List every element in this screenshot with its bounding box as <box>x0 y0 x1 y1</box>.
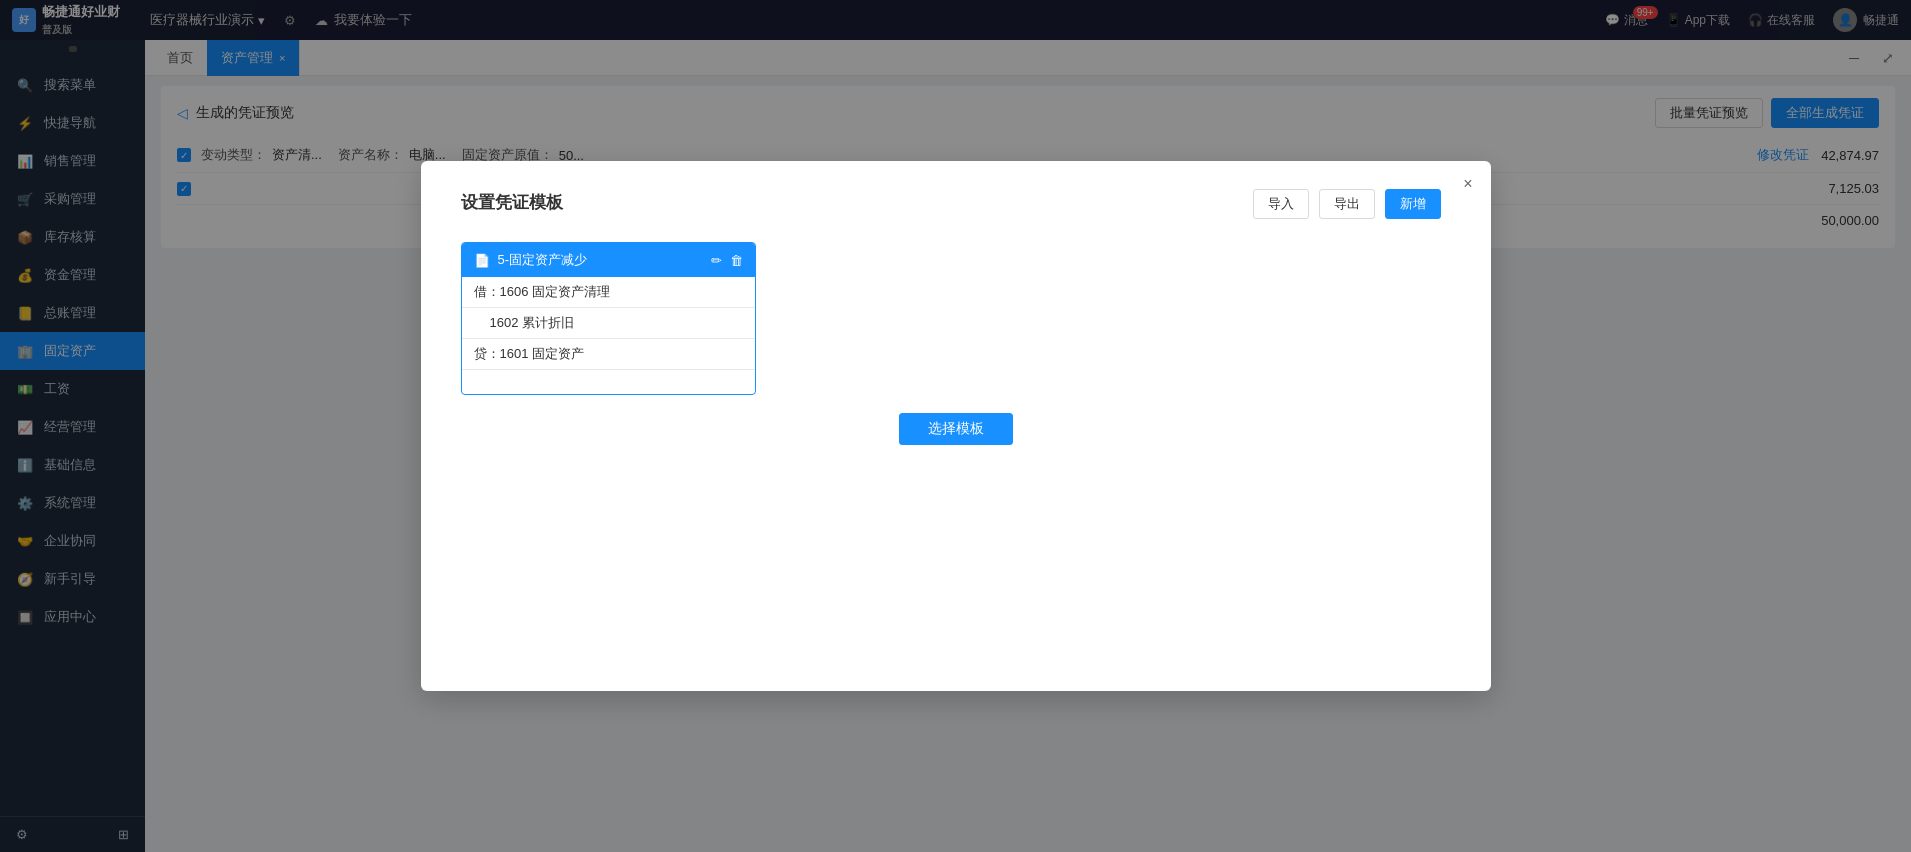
modal-dialog: 设置凭证模板 导入 导出 新增 × 📄 5-固定资产减少 ✏ 🗑 借：16 <box>421 161 1491 691</box>
template-card-title: 📄 5-固定资产减少 <box>474 251 588 269</box>
edit-icon[interactable]: ✏ <box>711 253 722 268</box>
credit-label-1: 贷：1601 固定资产 <box>474 346 585 361</box>
template-card-header: 📄 5-固定资产减少 ✏ 🗑 <box>462 243 755 277</box>
debit-entry-2: 1602 累计折旧 <box>462 308 755 339</box>
template-name: 5-固定资产减少 <box>498 251 588 269</box>
document-icon: 📄 <box>474 253 490 268</box>
delete-icon[interactable]: 🗑 <box>730 253 743 268</box>
credit-entry-1: 贷：1601 固定资产 <box>462 339 755 370</box>
import-button[interactable]: 导入 <box>1253 189 1309 219</box>
export-button[interactable]: 导出 <box>1319 189 1375 219</box>
debit-entry-1: 借：1606 固定资产清理 <box>462 277 755 308</box>
modal-header-actions: 导入 导出 新增 <box>1253 189 1441 219</box>
debit-label-2: 1602 累计折旧 <box>490 315 575 330</box>
modal-close-button[interactable]: × <box>1463 175 1472 193</box>
template-card-actions: ✏ 🗑 <box>711 253 743 268</box>
new-template-button[interactable]: 新增 <box>1385 189 1441 219</box>
select-template-button[interactable]: 选择模板 <box>899 413 1013 445</box>
debit-label-1: 借：1606 固定资产清理 <box>474 284 611 299</box>
empty-entry <box>462 370 755 394</box>
template-card-body: 借：1606 固定资产清理 1602 累计折旧 贷：1601 固定资产 <box>462 277 755 394</box>
select-template-wrapper: 选择模板 <box>461 413 1451 445</box>
modal-overlay: 设置凭证模板 导入 导出 新增 × 📄 5-固定资产减少 ✏ 🗑 借：16 <box>0 0 1911 852</box>
template-card: 📄 5-固定资产减少 ✏ 🗑 借：1606 固定资产清理 1602 累计折旧 贷… <box>461 242 756 395</box>
